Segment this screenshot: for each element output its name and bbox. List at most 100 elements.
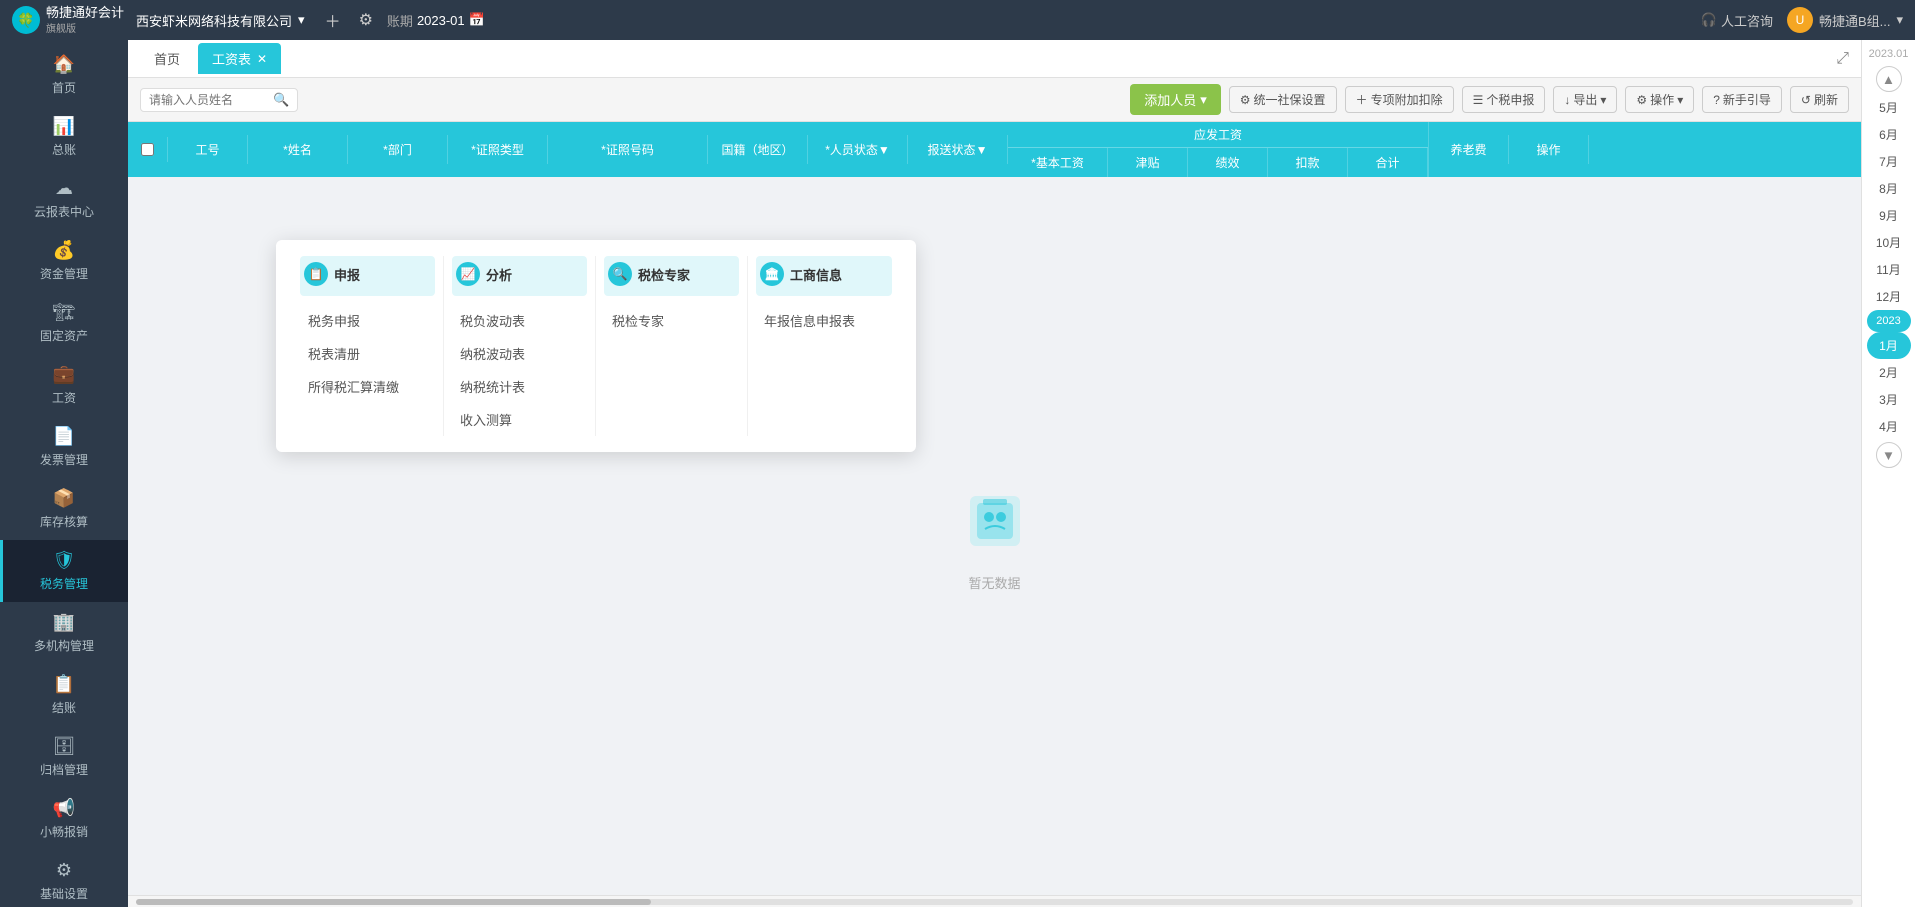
settings-icon[interactable]: ⚙	[355, 8, 377, 32]
select-all-checkbox[interactable]	[141, 143, 154, 156]
dropdown-item-income-calc[interactable]: 收入测算	[452, 403, 587, 436]
empty-illustration	[955, 481, 1035, 561]
dropdown-item-tax-stats[interactable]: 纳税统计表	[452, 370, 587, 403]
special-icon: ＋	[1356, 91, 1368, 108]
guide-tool-icon: ?	[1713, 93, 1720, 107]
sidebar-item-salary[interactable]: 💼 工资	[0, 354, 128, 416]
sidebar-item-assets[interactable]: 🏗 固定资产	[0, 292, 128, 354]
content-area: 首页 工资表 ✕ ⤢ 🔍 添加人员 ▾ ⚙ 统一社保设置	[128, 40, 1861, 907]
sidebar-label-multi-org: 多机构管理	[34, 637, 94, 654]
sidebar-label-inventory: 库存核算	[40, 513, 88, 530]
user-chevron-icon: ▾	[1896, 12, 1903, 28]
close-accounts-icon: 📋	[53, 674, 75, 695]
maximize-button[interactable]: ⤢	[1836, 50, 1849, 68]
dropdown-item-tax-declare[interactable]: 税务申报	[300, 304, 435, 337]
month-11[interactable]: 11月	[1867, 256, 1911, 283]
sidebar-item-inventory[interactable]: 📦 库存核算	[0, 478, 128, 540]
add-person-button[interactable]: 添加人员 ▾	[1130, 84, 1221, 115]
search-icon: 🔍	[273, 92, 289, 108]
sidebar: 🏠 首页 📊 总账 ☁ 云报表中心 💰 资金管理 🏗 固定资产 💼 工资 📄 发…	[0, 40, 128, 907]
main-layout: 🏠 首页 📊 总账 ☁ 云报表中心 💰 资金管理 🏗 固定资产 💼 工资 📄 发…	[0, 40, 1915, 907]
month-6[interactable]: 6月	[1867, 121, 1911, 148]
gongshang-icon: 🏛	[760, 262, 784, 286]
bottom-scrollbar[interactable]	[128, 895, 1861, 907]
shuijian-header-label: 税检专家	[638, 265, 690, 284]
sidebar-item-cloud-report[interactable]: ☁ 云报表中心	[0, 168, 128, 230]
support-button[interactable]: 🎧 人工咨询	[1701, 11, 1773, 30]
month-5[interactable]: 5月	[1867, 94, 1911, 121]
month-8[interactable]: 8月	[1867, 175, 1911, 202]
guide-button[interactable]: ? 新手引导	[1702, 86, 1782, 113]
operation-label: 操作	[1650, 91, 1674, 108]
add-icon[interactable]: ＋	[321, 6, 345, 34]
refresh-button[interactable]: ↺ 刷新	[1790, 86, 1849, 113]
search-input[interactable]	[149, 93, 269, 107]
sidebar-item-tax[interactable]: 🛡 税务管理	[0, 540, 128, 602]
month-7[interactable]: 7月	[1867, 148, 1911, 175]
month-10[interactable]: 10月	[1867, 229, 1911, 256]
export-chevron-icon: ▾	[1600, 93, 1606, 107]
year-up-button[interactable]: ▲	[1876, 66, 1902, 92]
tab-close-icon[interactable]: ✕	[257, 52, 267, 66]
month-4[interactable]: 4月	[1867, 413, 1911, 440]
col-no: 工号	[168, 135, 248, 164]
month-12[interactable]: 12月	[1867, 283, 1911, 310]
sidebar-item-archive[interactable]: 🗄 归档管理	[0, 726, 128, 788]
sidebar-item-multi-org[interactable]: 🏢 多机构管理	[0, 602, 128, 664]
settings-sidebar-icon: ⚙	[56, 860, 72, 881]
add-person-label: 添加人员	[1144, 90, 1196, 109]
dropdown-item-tax-expert[interactable]: 税检专家	[604, 304, 739, 337]
dropdown-item-tax-burden[interactable]: 税负波动表	[452, 304, 587, 337]
tax-decl-icon: ☰	[1473, 93, 1484, 107]
sidebar-label-expense: 小畅报销	[40, 823, 88, 840]
period-label: 账期	[387, 11, 413, 30]
chevron-down-icon[interactable]: ▾	[298, 12, 305, 28]
month-9[interactable]: 9月	[1867, 202, 1911, 229]
sidebar-item-expense[interactable]: 📢 小畅报销	[0, 788, 128, 850]
dropdown-item-tax-fluctuation[interactable]: 纳税波动表	[452, 337, 587, 370]
special-deduction-button[interactable]: ＋ 专项附加扣除	[1345, 86, 1454, 113]
sidebar-item-invoice[interactable]: 📄 发票管理	[0, 416, 128, 478]
month-1-active[interactable]: 1月	[1867, 332, 1911, 359]
calendar-icon[interactable]: 📅	[469, 12, 485, 28]
col-status: *人员状态 ▼	[808, 135, 908, 164]
user-menu[interactable]: U 畅捷通B组... ▾	[1787, 7, 1903, 33]
company-selector[interactable]: 西安虾米网络科技有限公司 ▾	[136, 11, 305, 30]
year-down-button[interactable]: ▼	[1876, 442, 1902, 468]
tab-home[interactable]: 首页	[140, 43, 194, 74]
status-filter-icon[interactable]: ▼	[878, 143, 890, 157]
toolbar: 🔍 添加人员 ▾ ⚙ 统一社保设置 ＋ 专项附加扣除 ☰ 个税申报 ↓ 导出	[128, 78, 1861, 122]
tab-salary[interactable]: 工资表 ✕	[198, 43, 281, 74]
operation-button[interactable]: ⚙ 操作 ▾	[1625, 86, 1694, 113]
dropdown-item-tax-calc[interactable]: 所得税汇算清缴	[300, 370, 435, 403]
headset-icon: 🎧	[1701, 12, 1717, 28]
refresh-icon: ↺	[1801, 93, 1811, 107]
dropdown-header-shuijian: 🔍 税检专家	[604, 256, 739, 296]
top-bar-icons: ＋ ⚙	[321, 6, 377, 34]
sidebar-item-home[interactable]: 🏠 首页	[0, 44, 128, 106]
month-3[interactable]: 3月	[1867, 386, 1911, 413]
col-check[interactable]	[128, 137, 168, 162]
special-label: 专项附加扣除	[1371, 91, 1443, 108]
empty-text: 暂无数据	[968, 573, 1020, 592]
report-filter-icon[interactable]: ▼	[976, 143, 988, 157]
sidebar-item-close-accounts[interactable]: 📋 结账	[0, 664, 128, 726]
sidebar-item-ledger[interactable]: 📊 总账	[0, 106, 128, 168]
tax-declaration-button[interactable]: ☰ 个税申报	[1462, 86, 1546, 113]
inventory-icon: 📦	[53, 488, 75, 509]
right-panel: 2023.01 ▲ 5月 6月 7月 8月 9月 10月 11月 12月 202…	[1861, 40, 1915, 907]
sidebar-item-settings[interactable]: ⚙ 基础设置	[0, 850, 128, 907]
expense-icon: 📢	[53, 798, 75, 819]
dropdown-item-annual-report[interactable]: 年报信息申报表	[756, 304, 892, 337]
sidebar-item-funds[interactable]: 💰 资金管理	[0, 230, 128, 292]
col-total: 合计	[1348, 148, 1428, 177]
social-insurance-button[interactable]: ⚙ 统一社保设置	[1229, 86, 1337, 113]
tax-icon: 🛡	[53, 550, 76, 571]
social-label: 统一社保设置	[1254, 91, 1326, 108]
month-2[interactable]: 2月	[1867, 359, 1911, 386]
social-icon: ⚙	[1240, 93, 1251, 107]
archive-icon: 🗄	[53, 736, 76, 757]
export-button[interactable]: ↓ 导出 ▾	[1553, 86, 1617, 113]
export-label: 导出	[1573, 91, 1597, 108]
dropdown-item-tax-table[interactable]: 税表清册	[300, 337, 435, 370]
